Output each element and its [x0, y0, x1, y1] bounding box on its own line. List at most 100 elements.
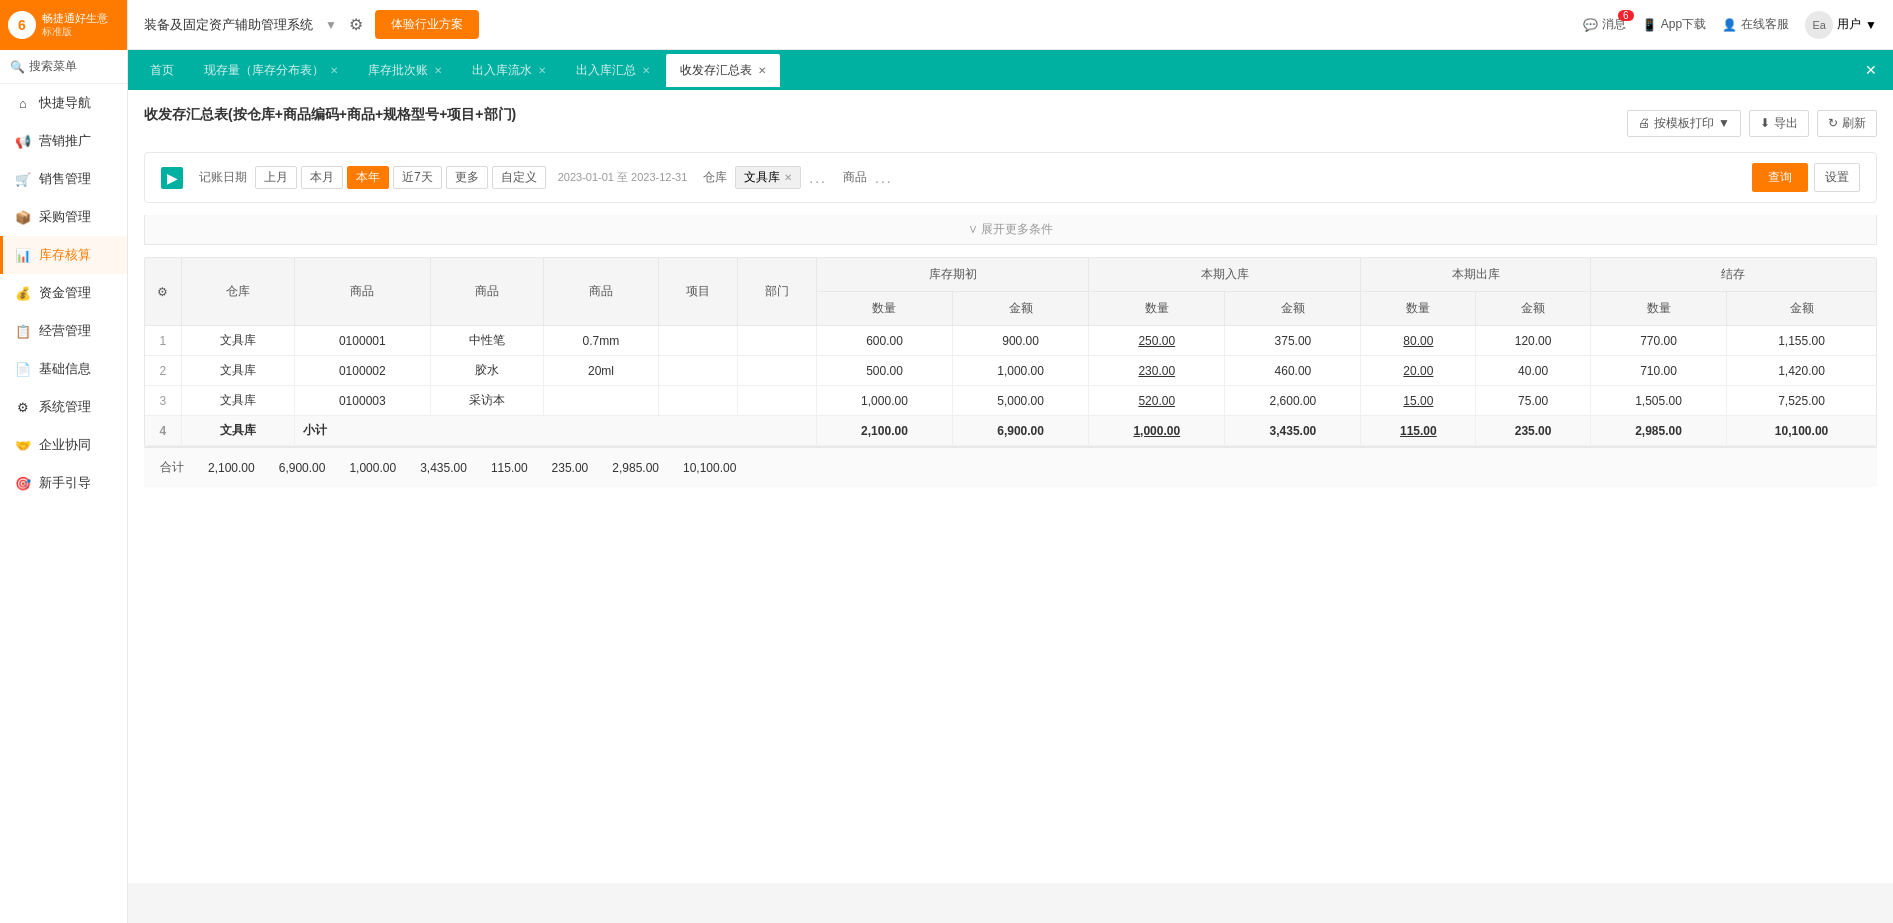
date-btn-more[interactable]: 更多	[446, 166, 488, 189]
print-chevron-icon: ▼	[1718, 116, 1730, 130]
guide-icon: 🎯	[15, 475, 31, 491]
settings-icon[interactable]: ⚙	[349, 15, 363, 34]
subtotal-out-qty[interactable]: 115.00	[1361, 416, 1476, 446]
row-in-qty[interactable]: 520.00	[1089, 386, 1225, 416]
row-name: 胶水	[430, 356, 543, 386]
row-dept	[737, 386, 816, 416]
topbar-select-arrow[interactable]: ▼	[325, 18, 337, 32]
sidebar-item-sales[interactable]: 🛒 销售管理	[0, 160, 127, 198]
sidebar-search[interactable]: 🔍 搜索菜单	[0, 50, 127, 84]
row-code: 0100002	[294, 356, 430, 386]
warehouse-filter-tag[interactable]: 文具库 ✕	[735, 166, 801, 189]
th-out-qty: 数量	[1361, 292, 1476, 326]
print-button[interactable]: 🖨 按模板打印 ▼	[1627, 110, 1741, 137]
export-icon: ⬇	[1760, 116, 1770, 130]
purchase-icon: 📦	[15, 209, 31, 225]
th-settings[interactable]: ⚙	[145, 258, 181, 326]
sidebar-item-marketing[interactable]: 📢 营销推广	[0, 122, 127, 160]
logo-icon: 6	[8, 11, 36, 39]
subtotal-in-qty[interactable]: 1,000.00	[1089, 416, 1225, 446]
date-filter-label: 记账日期	[199, 169, 247, 186]
row-num: 3	[145, 386, 181, 416]
sidebar-item-operations[interactable]: 📋 经营管理	[0, 312, 127, 350]
total-open-qty: 2,100.00	[208, 461, 255, 475]
tab-in-out-summary-close[interactable]: ✕	[642, 65, 650, 76]
sidebar-item-basic[interactable]: 📄 基础信息	[0, 350, 127, 388]
sidebar-nav-label: 采购管理	[39, 208, 91, 226]
user-menu[interactable]: Ea 用户 ▼	[1805, 11, 1877, 39]
system-icon: ⚙	[15, 399, 31, 415]
date-btn-custom[interactable]: 自定义	[492, 166, 546, 189]
sidebar-item-guide[interactable]: 🎯 新手引导	[0, 464, 127, 502]
th-balance: 结存	[1590, 258, 1876, 292]
tab-in-out-flow-close[interactable]: ✕	[538, 65, 546, 76]
export-button[interactable]: ⬇ 导出	[1749, 110, 1809, 137]
row-out-qty[interactable]: 15.00	[1361, 386, 1476, 416]
tab-batch-account[interactable]: 库存批次账 ✕	[354, 54, 456, 87]
total-label: 合计	[160, 459, 184, 476]
online-service-action[interactable]: 👤 在线客服	[1722, 16, 1789, 33]
sidebar-item-enterprise[interactable]: 🤝 企业协同	[0, 426, 127, 464]
tab-inventory-dist-label: 现存量（库存分布表）	[204, 62, 324, 79]
filter-settings-button[interactable]: 设置	[1814, 163, 1860, 192]
refresh-icon: ↻	[1828, 116, 1838, 130]
refresh-button[interactable]: ↻ 刷新	[1817, 110, 1877, 137]
sidebar-item-purchase[interactable]: 📦 采购管理	[0, 198, 127, 236]
row-out-qty[interactable]: 20.00	[1361, 356, 1476, 386]
warehouse-filter-ellipsis[interactable]: ...	[809, 170, 827, 186]
app-download-action[interactable]: 📱 App下载	[1642, 16, 1706, 33]
sidebar-logo: 6 畅捷通好生意 标准版	[0, 0, 127, 50]
subtotal-bal-qty: 2,985.00	[1590, 416, 1726, 446]
message-action[interactable]: 💬 消息 6	[1583, 16, 1626, 33]
filter-toggle-button[interactable]: ▶	[161, 167, 183, 189]
subtotal-bal-amt: 10,100.00	[1727, 416, 1876, 446]
tab-recv-send-summary-close[interactable]: ✕	[758, 65, 766, 76]
th-in-stock: 本期入库	[1089, 258, 1361, 292]
query-button[interactable]: 查询	[1752, 163, 1808, 192]
demo-button[interactable]: 体验行业方案	[375, 10, 479, 39]
th-in-qty: 数量	[1089, 292, 1225, 326]
user-label: 用户	[1837, 16, 1861, 33]
sidebar-item-system[interactable]: ⚙ 系统管理	[0, 388, 127, 426]
date-btn-last-month[interactable]: 上月	[255, 166, 297, 189]
sidebar-nav-label: 资金管理	[39, 284, 91, 302]
row-in-qty[interactable]: 230.00	[1089, 356, 1225, 386]
row-open-amt: 900.00	[953, 326, 1089, 356]
filter-bar: ▶ 记账日期 上月 本月 本年 近7天 更多 自定义 2023-01-01 至 …	[144, 152, 1877, 203]
warehouse-tag-close-icon[interactable]: ✕	[784, 172, 792, 183]
tab-in-out-summary[interactable]: 出入库汇总 ✕	[562, 54, 664, 87]
sidebar-item-inventory[interactable]: 📊 库存核算	[0, 236, 127, 274]
date-filter-section: 记账日期 上月 本月 本年 近7天 更多 自定义 2023-01-01 至 20…	[199, 166, 687, 189]
warehouse-tag-text: 文具库	[744, 169, 780, 186]
goods-filter-ellipsis[interactable]: ...	[875, 170, 893, 186]
sidebar: 6 畅捷通好生意 标准版 🔍 搜索菜单 ⌂ 快捷导航 📢 营销推广 🛒 销售管理…	[0, 0, 128, 923]
tab-home[interactable]: 首页	[136, 54, 188, 87]
row-out-qty[interactable]: 80.00	[1361, 326, 1476, 356]
date-btn-7days[interactable]: 近7天	[393, 166, 442, 189]
row-in-qty[interactable]: 250.00	[1089, 326, 1225, 356]
date-btn-this-month[interactable]: 本月	[301, 166, 343, 189]
close-all-tabs-button[interactable]: ✕	[1857, 58, 1885, 82]
topbar-actions: 💬 消息 6 📱 App下载 👤 在线客服 Ea 用户 ▼	[1583, 11, 1877, 39]
row-spec: 20ml	[544, 356, 659, 386]
data-table: ⚙ 仓库 商品 商品 商品 项目 部门 库存期初 本期入库 本期出库 结存	[145, 258, 1876, 446]
tab-inventory-dist[interactable]: 现存量（库存分布表） ✕	[190, 54, 352, 87]
sidebar-nav-label: 新手引导	[39, 474, 91, 492]
sidebar-item-finance[interactable]: 💰 资金管理	[0, 274, 127, 312]
tab-in-out-flow[interactable]: 出入库流水 ✕	[458, 54, 560, 87]
date-btn-this-year[interactable]: 本年	[347, 166, 389, 189]
operations-icon: 📋	[15, 323, 31, 339]
sidebar-item-quick-nav[interactable]: ⌂ 快捷导航	[0, 84, 127, 122]
th-bal-amt: 金额	[1727, 292, 1876, 326]
subtotal-label: 小计	[294, 416, 816, 446]
row-num: 1	[145, 326, 181, 356]
tab-recv-send-summary[interactable]: 收发存汇总表 ✕	[666, 54, 780, 87]
tab-batch-account-close[interactable]: ✕	[434, 65, 442, 76]
row-project	[658, 326, 737, 356]
row-bal-qty: 1,505.00	[1590, 386, 1726, 416]
subtotal-num: 4	[145, 416, 181, 446]
tab-inventory-dist-close[interactable]: ✕	[330, 65, 338, 76]
expand-more-bar[interactable]: ∨ 展开更多条件	[144, 215, 1877, 245]
refresh-label: 刷新	[1842, 115, 1866, 132]
row-in-amt: 2,600.00	[1225, 386, 1361, 416]
